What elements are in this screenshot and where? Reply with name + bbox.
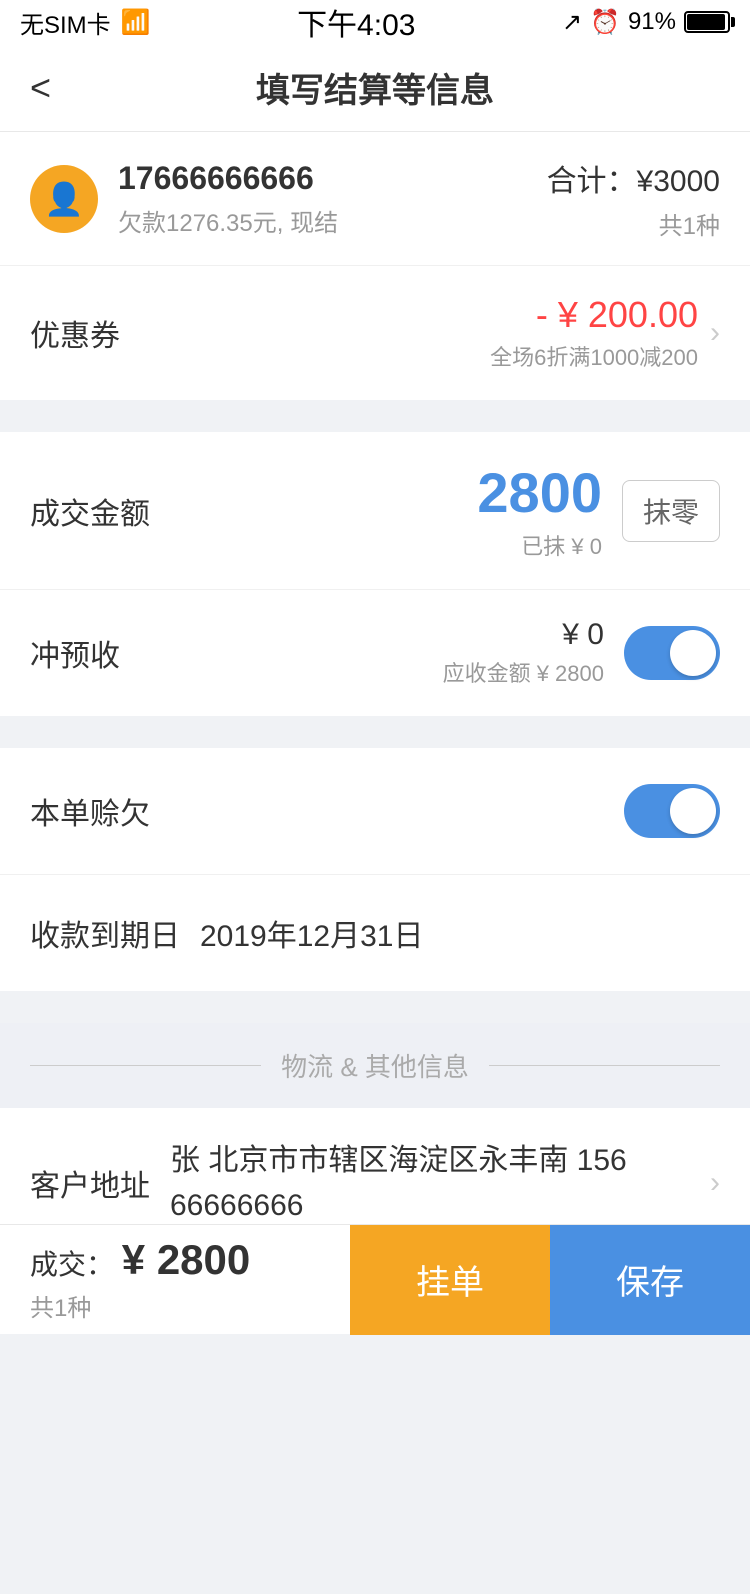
- customer-info: 17666666666 欠款1276.35元, 现结: [118, 160, 338, 238]
- wifi-icon: 📶: [121, 8, 151, 37]
- bottom-summary: 成交： ¥ 2800 共1种: [0, 1236, 350, 1323]
- deal-card: 成交金额 2800 已抹 ¥ 0 抹零 冲预收 ¥ 0 应收金额 ¥ 2800: [0, 432, 750, 716]
- status-right: ↗ ⏰ 91%: [562, 8, 730, 37]
- bottom-deal-label: 成交：: [30, 1249, 114, 1280]
- carrier-text: 无SIM卡: [20, 5, 111, 40]
- duedate-label: 收款到期日: [30, 911, 180, 955]
- coupon-right: - ¥ 200.00 全场6折满1000减200 ›: [490, 294, 720, 372]
- prepay-right: ¥ 0 应收金额 ¥ 2800: [443, 618, 720, 688]
- nav-bar: < 填写结算等信息: [0, 44, 750, 132]
- bottom-bar: 成交： ¥ 2800 共1种 挂单 保存: [0, 1224, 750, 1334]
- coupon-arrow-icon: ›: [710, 316, 720, 350]
- credit-toggle-knob: [670, 788, 716, 834]
- coupon-label: 优惠券: [30, 311, 120, 355]
- divider-3: [0, 1007, 750, 1023]
- credit-row: 本单赊欠: [0, 748, 750, 874]
- avatar: 👤: [30, 165, 98, 233]
- deal-sub: 已抹 ¥ 0: [477, 529, 602, 561]
- divider-line-right: [489, 1065, 720, 1066]
- battery-icon: [684, 11, 730, 33]
- customer-row: 👤 17666666666 欠款1276.35元, 现结 合计：¥3000 共1…: [0, 132, 750, 265]
- status-bar: 无SIM卡 📶 下午4:03 ↗ ⏰ 91%: [0, 0, 750, 44]
- coupon-desc: 全场6折满1000减200: [490, 340, 698, 372]
- deal-right: 2800 已抹 ¥ 0 抹零: [477, 460, 720, 561]
- divider-1: [0, 416, 750, 432]
- alarm-icon: ⏰: [590, 8, 620, 37]
- avatar-icon: 👤: [44, 180, 84, 218]
- deal-label: 成交金额: [30, 489, 150, 533]
- bottom-deal-amount: ¥ 2800: [122, 1236, 250, 1283]
- customer-right: 合计：¥3000 共1种: [547, 156, 720, 241]
- customer-debt: 欠款1276.35元, 现结: [118, 203, 338, 238]
- back-button[interactable]: <: [30, 67, 51, 109]
- credit-toggle[interactable]: [624, 784, 720, 838]
- toggle-knob: [670, 630, 716, 676]
- coupon-row[interactable]: 优惠券 - ¥ 200.00 全场6折满1000减200 ›: [0, 265, 750, 400]
- deal-amount: 2800: [477, 460, 602, 525]
- page-title: 填写结算等信息: [256, 63, 494, 112]
- address-label: 客户地址: [30, 1161, 150, 1205]
- section-divider: 物流 & 其他信息: [0, 1023, 750, 1108]
- divider-2: [0, 732, 750, 748]
- save-button[interactable]: 保存: [550, 1225, 750, 1335]
- prepay-toggle[interactable]: [624, 626, 720, 680]
- pending-button[interactable]: 挂单: [350, 1225, 550, 1335]
- prepay-value: ¥ 0 应收金额 ¥ 2800: [443, 618, 604, 688]
- customer-phone: 17666666666: [118, 160, 338, 197]
- coupon-value: - ¥ 200.00 全场6折满1000减200: [490, 294, 698, 372]
- address-value: 张 北京市市辖区海淀区永丰南 156 66666666: [170, 1138, 690, 1228]
- round-button[interactable]: 抹零: [622, 480, 720, 542]
- credit-label: 本单赊欠: [30, 789, 150, 833]
- duedate-value: 2019年12月31日: [200, 911, 423, 955]
- prepay-row: 冲预收 ¥ 0 应收金额 ¥ 2800: [0, 589, 750, 716]
- total-count: 共1种: [547, 206, 720, 241]
- status-time: 下午4:03: [297, 0, 415, 44]
- main-content: 👤 17666666666 欠款1276.35元, 现结 合计：¥3000 共1…: [0, 132, 750, 1594]
- address-arrow-icon: ›: [710, 1166, 720, 1200]
- prepay-amount: ¥ 0: [443, 618, 604, 652]
- duedate-row: 收款到期日 2019年12月31日: [0, 874, 750, 991]
- deal-row: 成交金额 2800 已抹 ¥ 0 抹零: [0, 432, 750, 589]
- prepay-label: 冲预收: [30, 631, 120, 675]
- status-left: 无SIM卡 📶: [20, 5, 151, 40]
- section-divider-text: 物流 & 其他信息: [281, 1047, 469, 1084]
- prepay-sub: 应收金额 ¥ 2800: [443, 656, 604, 688]
- credit-card: 本单赊欠 收款到期日 2019年12月31日: [0, 748, 750, 991]
- bottom-count: 共1种: [30, 1288, 320, 1323]
- customer-card: 👤 17666666666 欠款1276.35元, 现结 合计：¥3000 共1…: [0, 132, 750, 400]
- location-icon: ↗: [562, 8, 582, 37]
- battery-percent: 91%: [628, 8, 676, 36]
- total-amount: 合计：¥3000: [547, 156, 720, 200]
- divider-line-left: [30, 1065, 261, 1066]
- customer-left: 👤 17666666666 欠款1276.35元, 现结: [30, 160, 338, 238]
- coupon-amount: - ¥ 200.00: [490, 294, 698, 336]
